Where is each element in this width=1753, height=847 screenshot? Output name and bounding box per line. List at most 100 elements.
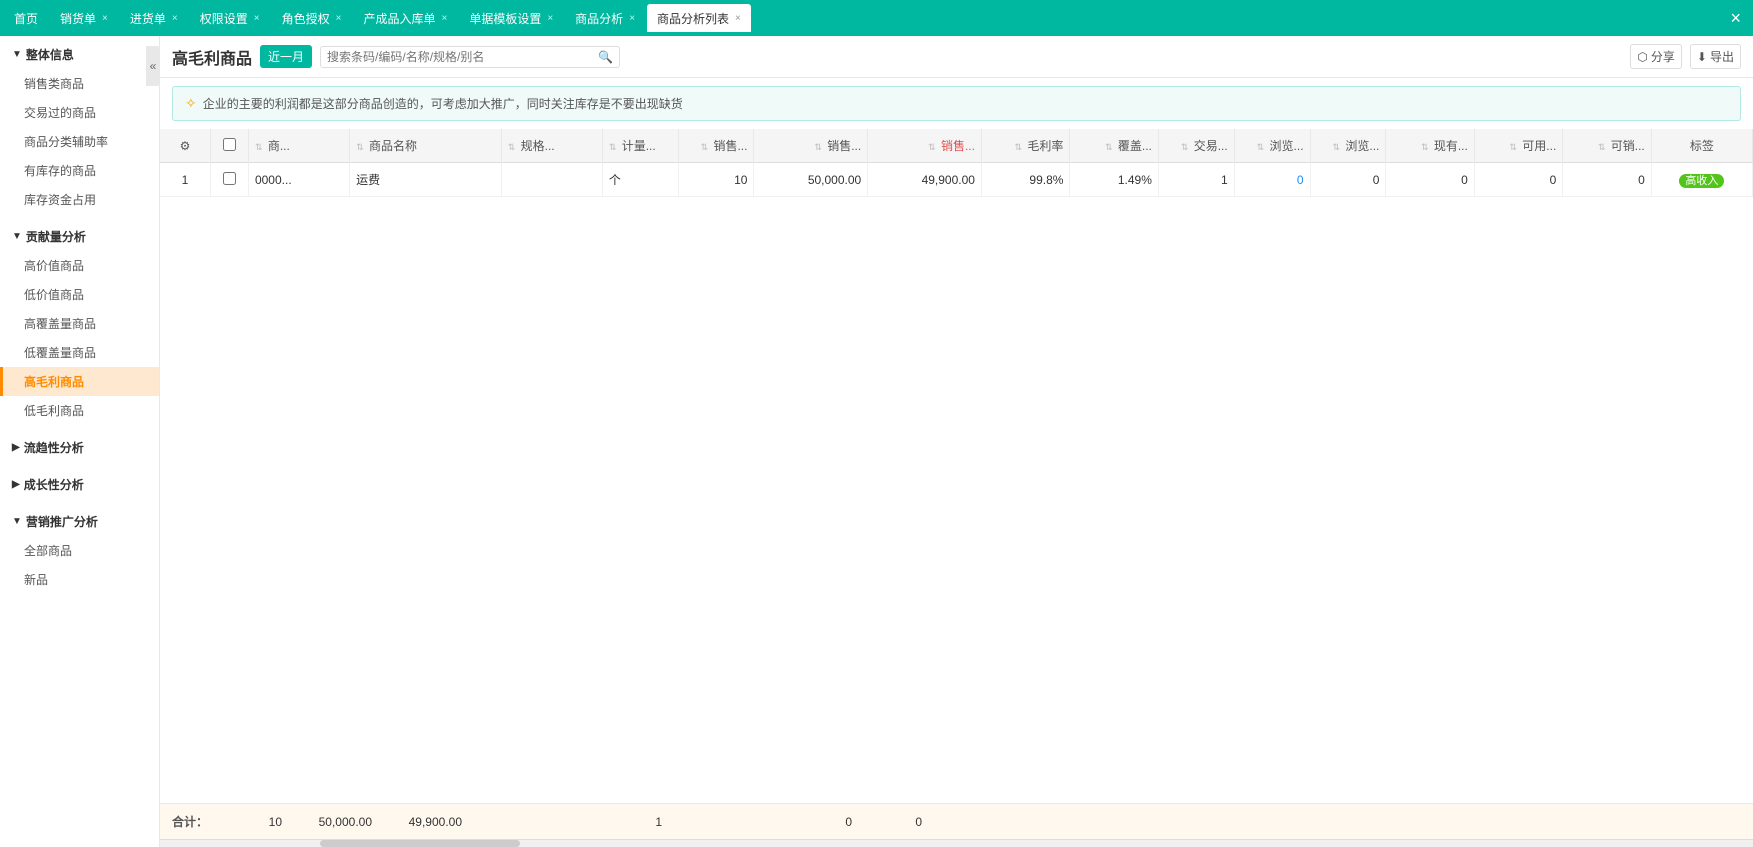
close-sales-tab[interactable]: × bbox=[102, 13, 108, 24]
col-header-trade[interactable]: ⇅ 交易... bbox=[1158, 129, 1234, 163]
time-filter-button[interactable]: 近一月 bbox=[260, 45, 312, 68]
col-header-check bbox=[211, 129, 249, 163]
sidebar-group-growth-title[interactable]: ▶ 成长性分析 bbox=[0, 470, 159, 499]
sidebar-group-marketing-title[interactable]: ▼ 营销推广分析 bbox=[0, 507, 159, 536]
col-header-name[interactable]: ⇅ 商品名称 bbox=[350, 129, 502, 163]
cell-sales-profit: 49,900.00 bbox=[868, 163, 982, 197]
sidebar-collapse-btn[interactable]: « bbox=[146, 46, 160, 86]
sidebar-item-sales-goods[interactable]: 销售类商品 bbox=[0, 69, 159, 98]
cell-browse2: 0 bbox=[1310, 163, 1386, 197]
sidebar-item-high-value[interactable]: 高价值商品 bbox=[0, 251, 159, 280]
export-icon: ⬇ bbox=[1697, 50, 1707, 64]
footer-sales-qty: 10 bbox=[228, 815, 288, 829]
nav-tab-template[interactable]: 单据模板设置 × bbox=[459, 4, 563, 32]
col-header-sales-amt[interactable]: ⇅ 销售... bbox=[754, 129, 868, 163]
col-header-spec[interactable]: ⇅ 规格... bbox=[501, 129, 602, 163]
nav-tab-role[interactable]: 角色授权 × bbox=[272, 4, 352, 32]
sidebar-item-low-coverage[interactable]: 低覆盖量商品 bbox=[0, 338, 159, 367]
group-marketing-arrow: ▼ bbox=[12, 516, 22, 527]
nav-tab-purchase[interactable]: 进货单 × bbox=[120, 4, 188, 32]
cell-sales-amt: 50,000.00 bbox=[754, 163, 868, 197]
sidebar-item-all-goods[interactable]: 全部商品 bbox=[0, 536, 159, 565]
settings-icon[interactable]: ⚙ bbox=[180, 139, 191, 153]
close-analysis-tab[interactable]: × bbox=[629, 13, 635, 24]
col-header-unit[interactable]: ⇅ 计量... bbox=[602, 129, 678, 163]
close-all-tabs[interactable]: × bbox=[1722, 8, 1749, 29]
sort-icon-code: ⇅ bbox=[255, 142, 263, 152]
table-row: 1 0000... 运费 bbox=[160, 163, 1753, 197]
close-role-tab[interactable]: × bbox=[336, 13, 342, 24]
sidebar-item-stocked-goods[interactable]: 有库存的商品 bbox=[0, 156, 159, 185]
footer-avail: 0 bbox=[858, 815, 928, 829]
search-input[interactable] bbox=[327, 50, 594, 64]
sidebar-item-traded-goods[interactable]: 交易过的商品 bbox=[0, 98, 159, 127]
close-template-tab[interactable]: × bbox=[547, 13, 553, 24]
share-button[interactable]: ⬡ 分享 bbox=[1630, 44, 1682, 69]
cell-coverage: 1.49% bbox=[1070, 163, 1158, 197]
cell-margin: 99.8% bbox=[981, 163, 1069, 197]
col-header-browse1[interactable]: ⇅ 浏览... bbox=[1234, 129, 1310, 163]
close-permission-tab[interactable]: × bbox=[254, 13, 260, 24]
cell-stock: 0 bbox=[1386, 163, 1474, 197]
cell-unit: 个 bbox=[602, 163, 678, 197]
sort-icon-margin: ⇅ bbox=[1015, 142, 1023, 152]
sidebar-group-overall-title[interactable]: ▼ 整体信息 bbox=[0, 40, 159, 69]
browse1-link[interactable]: 0 bbox=[1297, 173, 1304, 187]
sort-icon-unit: ⇅ bbox=[609, 142, 617, 152]
row-checkbox[interactable] bbox=[223, 172, 236, 185]
nav-tab-permission[interactable]: 权限设置 × bbox=[190, 4, 270, 32]
sidebar-item-category-rate[interactable]: 商品分类辅助率 bbox=[0, 127, 159, 156]
content-area: 高毛利商品 近一月 🔍 ⬡ 分享 ⬇ 导出 ✧ 企业的主要的利润都是这部分商品创… bbox=[160, 36, 1753, 847]
col-header-tag: 标签 bbox=[1651, 129, 1752, 163]
select-all-checkbox[interactable] bbox=[223, 138, 236, 151]
col-header-sellable[interactable]: ⇅ 可销... bbox=[1563, 129, 1651, 163]
footer-total: 合计： 10 50,000.00 49,900.00 1 0 0 bbox=[160, 803, 1753, 839]
share-icon: ⬡ bbox=[1637, 50, 1647, 64]
nav-tab-sales[interactable]: 销货单 × bbox=[50, 4, 118, 32]
sidebar-group-contribution-title[interactable]: ▼ 贡献量分析 bbox=[0, 222, 159, 251]
cell-browse1[interactable]: 0 bbox=[1234, 163, 1310, 197]
sidebar-group-trend-title[interactable]: ▶ 流趋性分析 bbox=[0, 433, 159, 462]
cell-name: 运费 bbox=[350, 163, 502, 197]
col-header-stock[interactable]: ⇅ 现有... bbox=[1386, 129, 1474, 163]
sidebar-item-stock-capital[interactable]: 库存资金占用 bbox=[0, 185, 159, 214]
sort-icon-spec: ⇅ bbox=[508, 142, 516, 152]
close-analysis-list-tab[interactable]: × bbox=[735, 13, 741, 24]
close-purchase-tab[interactable]: × bbox=[172, 13, 178, 24]
top-nav: 首页 销货单 × 进货单 × 权限设置 × 角色授权 × 产成品入库单 × 单据… bbox=[0, 0, 1753, 36]
col-header-margin[interactable]: ⇅ 毛利率 bbox=[981, 129, 1069, 163]
sidebar-item-new-goods[interactable]: 新品 bbox=[0, 565, 159, 594]
col-header-browse2[interactable]: ⇅ 浏览... bbox=[1310, 129, 1386, 163]
sidebar-item-high-coverage[interactable]: 高覆盖量商品 bbox=[0, 309, 159, 338]
sort-icon-browse2: ⇅ bbox=[1332, 142, 1340, 152]
sort-icon-trade: ⇅ bbox=[1181, 142, 1189, 152]
sort-icon-sellable: ⇅ bbox=[1598, 142, 1606, 152]
search-box: 🔍 bbox=[320, 46, 620, 68]
group-trend-arrow: ▶ bbox=[12, 442, 20, 453]
sort-icon-stock: ⇅ bbox=[1421, 142, 1429, 152]
nav-tab-analysis[interactable]: 商品分析 × bbox=[565, 4, 645, 32]
high-income-tag: 高收入 bbox=[1679, 174, 1724, 188]
bottom-scrollbar[interactable] bbox=[160, 839, 1753, 847]
sidebar-group-overall: ▼ 整体信息 销售类商品 交易过的商品 商品分类辅助率 有库存的商品 库存资金占… bbox=[0, 36, 159, 218]
page-title: 高毛利商品 bbox=[172, 45, 252, 69]
col-header-code[interactable]: ⇅ 商... bbox=[248, 129, 349, 163]
nav-tab-analysis-list[interactable]: 商品分析列表 × bbox=[647, 4, 751, 32]
export-button[interactable]: ⬇ 导出 bbox=[1690, 44, 1741, 69]
sidebar-item-high-margin[interactable]: 高毛利商品 bbox=[0, 367, 159, 396]
footer-label: 合计： bbox=[172, 813, 208, 830]
cell-trade: 1 bbox=[1158, 163, 1234, 197]
search-icon[interactable]: 🔍 bbox=[598, 50, 613, 64]
close-inbound-tab[interactable]: × bbox=[441, 13, 447, 24]
col-header-coverage[interactable]: ⇅ 覆盖... bbox=[1070, 129, 1158, 163]
sidebar-item-low-value[interactable]: 低价值商品 bbox=[0, 280, 159, 309]
scrollbar-thumb[interactable] bbox=[320, 840, 520, 847]
nav-tab-home[interactable]: 首页 bbox=[4, 4, 48, 32]
col-header-sales-qty[interactable]: ⇅ 销售... bbox=[678, 129, 754, 163]
cell-sellable: 0 bbox=[1563, 163, 1651, 197]
col-header-avail[interactable]: ⇅ 可用... bbox=[1474, 129, 1562, 163]
sidebar-item-low-margin[interactable]: 低毛利商品 bbox=[0, 396, 159, 425]
data-table-container: ⚙ ⇅ 商... ⇅ 商品名称 bbox=[160, 129, 1753, 803]
nav-tab-inbound[interactable]: 产成品入库单 × bbox=[353, 4, 457, 32]
col-header-sales-profit[interactable]: ⇅ 销售... bbox=[868, 129, 982, 163]
